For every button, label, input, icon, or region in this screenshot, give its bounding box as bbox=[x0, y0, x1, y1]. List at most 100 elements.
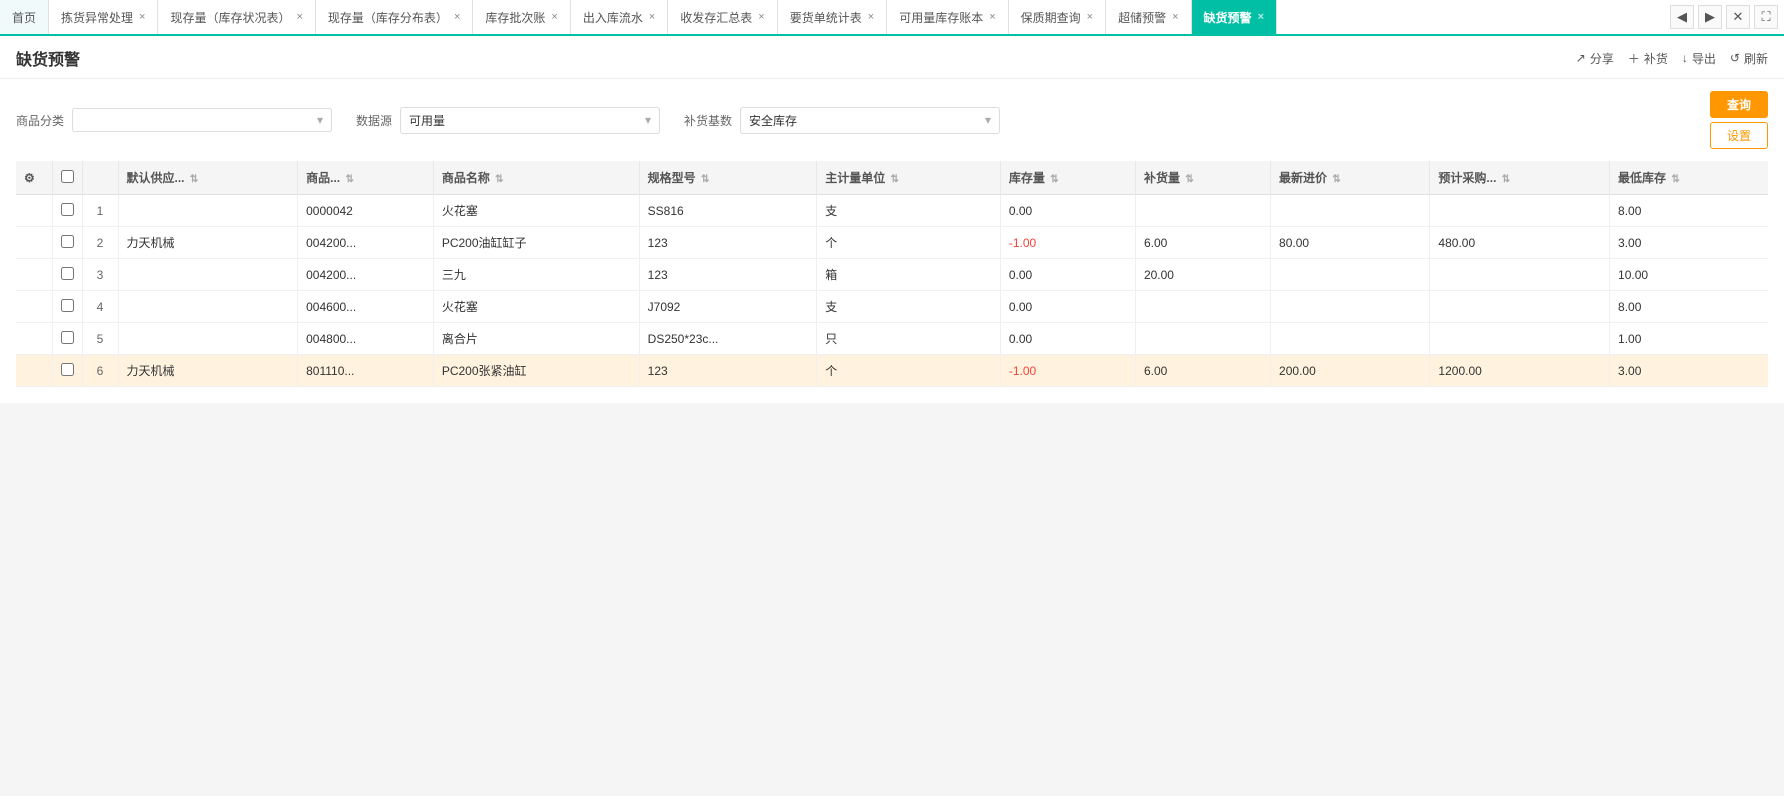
tab-close-shortage[interactable]: × bbox=[1258, 11, 1264, 23]
row-latest-price: 200.00 bbox=[1271, 355, 1430, 387]
col-product-name-header[interactable]: 商品名称 ⇅ bbox=[433, 161, 639, 195]
row-est-purchase bbox=[1430, 291, 1610, 323]
row-checkbox[interactable] bbox=[61, 235, 74, 248]
col-gear-header[interactable]: ⚙ bbox=[16, 161, 52, 195]
row-gear-cell bbox=[16, 323, 52, 355]
tab-close-order-stats[interactable]: × bbox=[868, 11, 874, 23]
tab-nav-prev[interactable]: ◀ bbox=[1670, 5, 1694, 29]
tab-shortage[interactable]: 缺货预警 × bbox=[1192, 0, 1277, 34]
row-checkbox[interactable] bbox=[61, 299, 74, 312]
row-est-purchase: 1200.00 bbox=[1430, 355, 1610, 387]
action-replenish[interactable]: ＋ 补货 bbox=[1628, 50, 1668, 67]
tab-home[interactable]: 首页 bbox=[0, 0, 49, 34]
row-checkbox-cell[interactable] bbox=[52, 195, 82, 227]
col-est-purchase-header[interactable]: 预计采购... ⇅ bbox=[1430, 161, 1610, 195]
sort-replenish-qty-icon: ⇅ bbox=[1185, 174, 1193, 185]
tab-close-inout-flow[interactable]: × bbox=[649, 11, 655, 23]
row-checkbox-cell[interactable] bbox=[52, 355, 82, 387]
row-latest-price bbox=[1271, 323, 1430, 355]
row-product-code: 004200... bbox=[298, 227, 434, 259]
shortage-table: ⚙ 默认供应... ⇅ 商品... ⇅ 商品名称 bbox=[16, 161, 1768, 387]
col-product-code-header[interactable]: 商品... ⇅ bbox=[298, 161, 434, 195]
query-button[interactable]: 查询 bbox=[1710, 91, 1768, 118]
row-est-purchase bbox=[1430, 259, 1610, 291]
row-min-stock: 3.00 bbox=[1610, 355, 1768, 387]
row-checkbox-cell[interactable] bbox=[52, 323, 82, 355]
tab-nav-fullscreen[interactable]: ⛶ bbox=[1754, 5, 1778, 29]
tab-inventory-status[interactable]: 现存量（库存状况表） × bbox=[158, 0, 315, 34]
settings-button[interactable]: 设置 bbox=[1710, 122, 1768, 149]
tab-receipt-summary[interactable]: 收发存汇总表 × bbox=[668, 0, 777, 34]
select-all-checkbox[interactable] bbox=[61, 170, 74, 183]
row-unit: 个 bbox=[817, 355, 1001, 387]
tab-close-batch[interactable]: × bbox=[551, 11, 557, 23]
row-checkbox[interactable] bbox=[61, 203, 74, 216]
tab-close-abnormal[interactable]: × bbox=[139, 11, 145, 23]
row-checkbox[interactable] bbox=[61, 363, 74, 376]
row-unit: 支 bbox=[817, 291, 1001, 323]
table-container: ⚙ 默认供应... ⇅ 商品... ⇅ 商品名称 bbox=[0, 161, 1784, 403]
filter-row: 商品分类 ▾ 数据源 可用量 ▾ 补货基数 安全库存 ▾ 查询 设置 bbox=[0, 79, 1784, 161]
tab-nav-close[interactable]: ✕ bbox=[1726, 5, 1750, 29]
tab-available-ledger[interactable]: 可用量库存账本 × bbox=[887, 0, 1008, 34]
tab-batch[interactable]: 库存批次账 × bbox=[473, 0, 570, 34]
tab-inventory-dist[interactable]: 现存量（库存分布表） × bbox=[316, 0, 473, 34]
gear-settings-icon[interactable]: ⚙ bbox=[24, 171, 35, 185]
row-checkbox-cell[interactable] bbox=[52, 291, 82, 323]
col-replenish-qty-header[interactable]: 补货量 ⇅ bbox=[1135, 161, 1270, 195]
col-latest-price-header[interactable]: 最新进价 ⇅ bbox=[1271, 161, 1430, 195]
tab-overstock[interactable]: 超储预警 × bbox=[1106, 0, 1191, 34]
col-stock-header[interactable]: 库存量 ⇅ bbox=[1000, 161, 1135, 195]
table-header-row: ⚙ 默认供应... ⇅ 商品... ⇅ 商品名称 bbox=[16, 161, 1768, 195]
tab-close-receipt-summary[interactable]: × bbox=[758, 11, 764, 23]
row-min-stock: 8.00 bbox=[1610, 291, 1768, 323]
header-actions: ↗ 分享 ＋ 补货 ↓ 导出 ↺ 刷新 bbox=[1576, 50, 1768, 67]
filter-replenish-base-label: 补货基数 bbox=[684, 112, 732, 129]
col-checkbox-header[interactable] bbox=[52, 161, 82, 195]
tab-abnormal[interactable]: 拣货异常处理 × bbox=[49, 0, 158, 34]
export-icon: ↓ bbox=[1682, 51, 1688, 65]
action-refresh[interactable]: ↺ 刷新 bbox=[1730, 50, 1768, 67]
action-share[interactable]: ↗ 分享 bbox=[1576, 50, 1614, 67]
page-title: 缺货预警 bbox=[16, 46, 80, 70]
row-checkbox-cell[interactable] bbox=[52, 259, 82, 291]
row-min-stock: 3.00 bbox=[1610, 227, 1768, 259]
tab-close-available-ledger[interactable]: × bbox=[989, 11, 995, 23]
sort-latest-price-icon: ⇅ bbox=[1332, 174, 1340, 185]
sort-stock-icon: ⇅ bbox=[1050, 174, 1058, 185]
row-checkbox[interactable] bbox=[61, 331, 74, 344]
tab-close-inventory-status[interactable]: × bbox=[296, 11, 302, 23]
filter-replenish-base-select[interactable]: 安全库存 ▾ bbox=[740, 107, 1000, 134]
sort-product-name-icon: ⇅ bbox=[495, 174, 503, 185]
row-gear-cell bbox=[16, 259, 52, 291]
row-product-code: 0000042 bbox=[298, 195, 434, 227]
row-product-name: 火花塞 bbox=[433, 291, 639, 323]
row-checkbox-cell[interactable] bbox=[52, 227, 82, 259]
col-spec-header[interactable]: 规格型号 ⇅ bbox=[639, 161, 817, 195]
table-row: 6 力天机械 801110... PC200张紧油缸 123 个 -1.00 6… bbox=[16, 355, 1768, 387]
tab-close-overstock[interactable]: × bbox=[1172, 11, 1178, 23]
col-unit-header[interactable]: 主计量单位 ⇅ bbox=[817, 161, 1001, 195]
row-supplier bbox=[118, 291, 298, 323]
tab-expiry[interactable]: 保质期查询 × bbox=[1009, 0, 1106, 34]
tab-order-stats[interactable]: 要货单统计表 × bbox=[778, 0, 887, 34]
action-export[interactable]: ↓ 导出 bbox=[1682, 50, 1716, 67]
replenish-icon: ＋ bbox=[1628, 50, 1640, 67]
table-row: 4 004600... 火花塞 J7092 支 0.00 8.00 bbox=[16, 291, 1768, 323]
filter-category-select[interactable]: ▾ bbox=[72, 108, 332, 132]
row-stock: 0.00 bbox=[1000, 195, 1135, 227]
col-min-stock-header[interactable]: 最低库存 ⇅ bbox=[1610, 161, 1768, 195]
row-replenish-qty bbox=[1135, 195, 1270, 227]
row-gear-cell bbox=[16, 195, 52, 227]
row-num: 6 bbox=[82, 355, 118, 387]
tab-nav-next[interactable]: ▶ bbox=[1698, 5, 1722, 29]
tab-close-expiry[interactable]: × bbox=[1087, 11, 1093, 23]
tab-close-inventory-dist[interactable]: × bbox=[454, 11, 460, 23]
page-container: 缺货预警 ↗ 分享 ＋ 补货 ↓ 导出 ↺ 刷新 商品分类 bbox=[0, 36, 1784, 403]
row-unit: 个 bbox=[817, 227, 1001, 259]
col-supplier-header[interactable]: 默认供应... ⇅ bbox=[118, 161, 298, 195]
filter-replenish-base-arrow-icon: ▾ bbox=[985, 113, 991, 127]
tab-inout-flow[interactable]: 出入库流水 × bbox=[571, 0, 668, 34]
row-checkbox[interactable] bbox=[61, 267, 74, 280]
filter-datasource-select[interactable]: 可用量 ▾ bbox=[400, 107, 660, 134]
